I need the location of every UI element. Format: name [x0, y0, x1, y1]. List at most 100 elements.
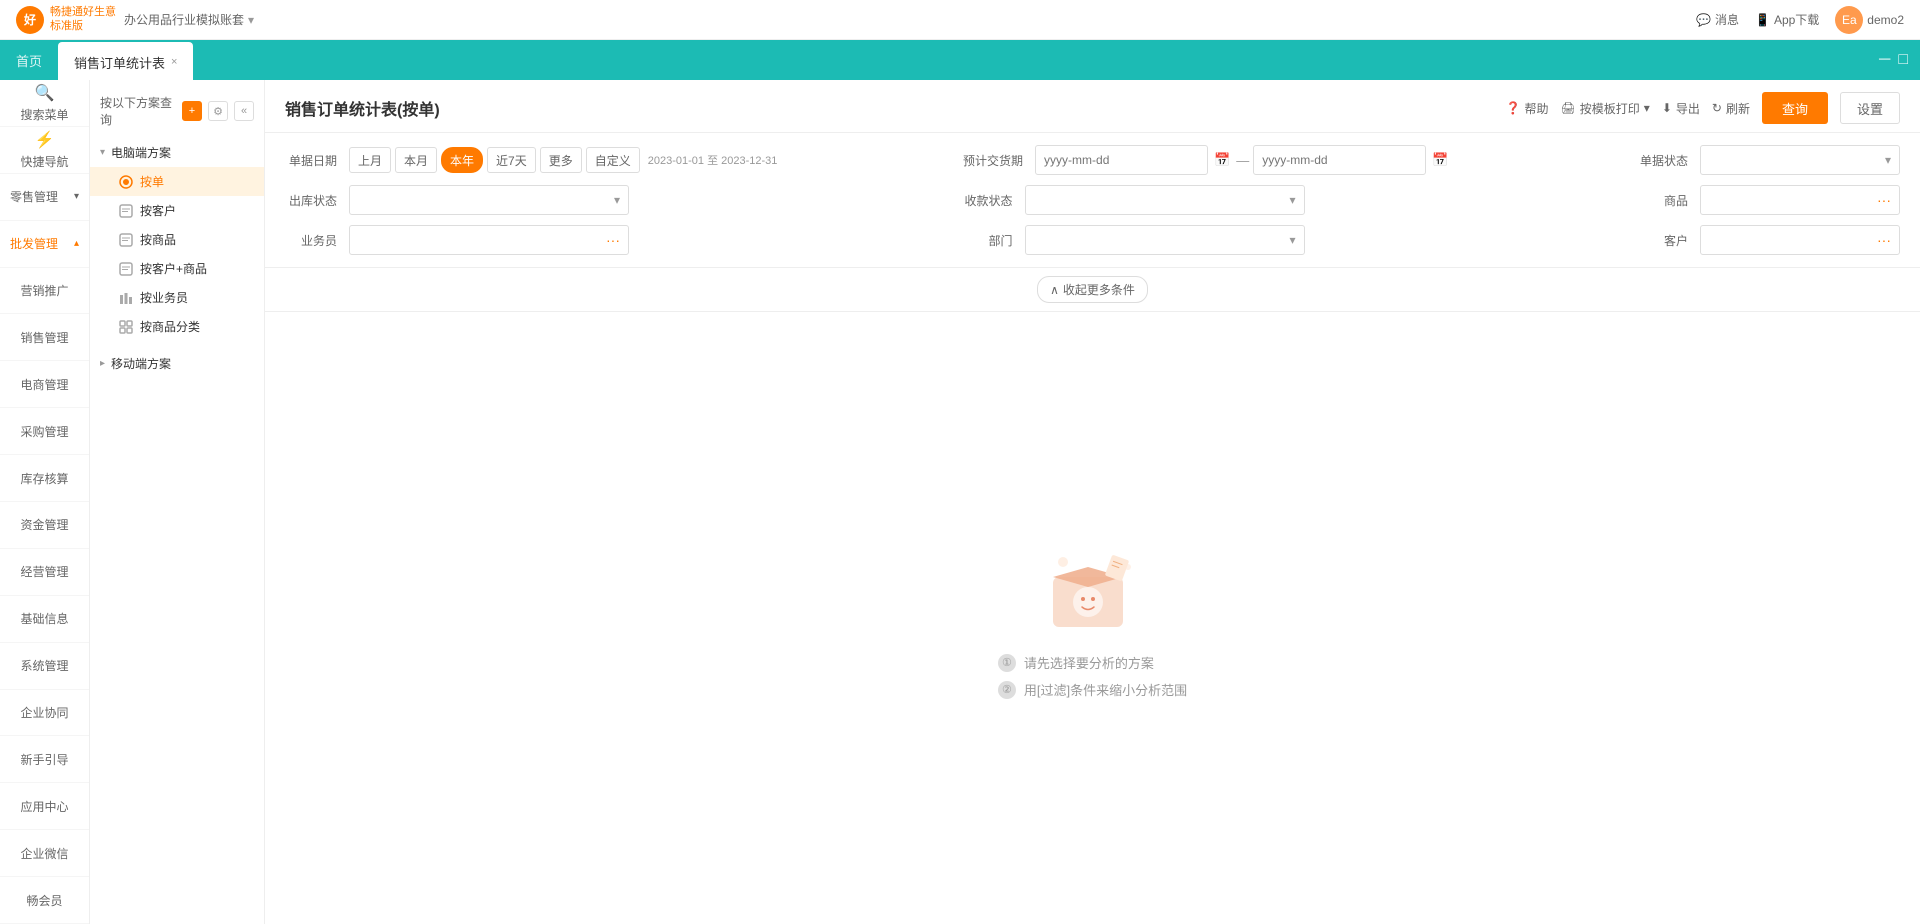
payment-dropdown-icon: ▾ — [1289, 193, 1295, 207]
sidebar-item-search-menu[interactable]: 🔍 搜索菜单 — [0, 80, 89, 127]
message-button[interactable]: 💬 消息 — [1696, 11, 1739, 28]
payment-select[interactable]: ▾ — [1025, 185, 1305, 215]
goods-select[interactable]: ··· — [1700, 185, 1900, 215]
tree-child-by-salesperson[interactable]: 按业务员 — [90, 283, 264, 312]
customer-more-icon[interactable]: ··· — [1877, 232, 1891, 248]
date-separator: — — [1236, 153, 1249, 168]
empty-tip-1: ① 请先选择要分析的方案 — [998, 653, 1187, 672]
tree-child-by-order[interactable]: 按单 — [90, 167, 264, 196]
username-label: demo2 — [1867, 13, 1904, 27]
by-order-icon — [118, 174, 134, 190]
date-range-display: 2023-01-01 至 2023-12-31 — [648, 152, 778, 168]
refresh-icon: ↻ — [1712, 101, 1722, 115]
tab-minimize-icon[interactable]: ─ — [1879, 51, 1890, 69]
sidebar-item-new-guide[interactable]: 新手引导 — [0, 736, 89, 783]
sidebar-item-system[interactable]: 系统管理 — [0, 643, 89, 690]
sidebar-item-app-center[interactable]: 应用中心 — [0, 783, 89, 830]
customer-select[interactable]: ··· — [1700, 225, 1900, 255]
content-area: 按以下方案查询 + ⚙ « ▾ 电脑端方案 按单 — [90, 80, 1920, 924]
date-btn-this-year[interactable]: 本年 — [441, 147, 483, 173]
calendar-icon-end[interactable]: 📅 — [1432, 152, 1448, 168]
app-download-button[interactable]: 📱 App下载 — [1755, 11, 1819, 28]
status-select[interactable]: ▾ — [1700, 145, 1900, 175]
close-tab-icon[interactable]: × — [171, 56, 177, 68]
date-btn-last-month[interactable]: 上月 — [349, 147, 391, 173]
tree-child-label-by-product: 按商品 — [140, 231, 176, 248]
sidebar-item-purchase[interactable]: 采购管理 — [0, 408, 89, 455]
tree-child-by-customer[interactable]: 按客户 — [90, 196, 264, 225]
breadcrumb-label: 办公用品行业模拟账套 — [124, 11, 244, 28]
date-btn-more[interactable]: 更多 — [540, 147, 582, 173]
sidebar-item-basic-info[interactable]: 基础信息 — [0, 596, 89, 643]
logo-area: 好 畅捷通好生意 标准版 — [16, 6, 116, 34]
empty-tip-2-label: 用[过滤]条件来缩小分析范围 — [1024, 680, 1187, 699]
refresh-button[interactable]: ↻ 刷新 — [1712, 100, 1750, 117]
sidebar-item-label-wholesale: 批发管理 — [10, 235, 58, 252]
search-menu-icon: 🔍 — [35, 83, 55, 103]
collapse-panel-button[interactable]: « — [234, 101, 254, 121]
logo-text: 畅捷通好生意 标准版 — [50, 6, 116, 32]
sidebar-item-label-enterprise: 企业协同 — [20, 704, 68, 721]
expected-date-end-input[interactable] — [1253, 145, 1426, 175]
user-area[interactable]: Ea demo2 — [1835, 6, 1904, 34]
filter-row-1: 单据日期 上月 本月 本年 近7天 更多 自定义 2023-01-01 至 20… — [285, 145, 1900, 175]
active-tab[interactable]: 销售订单统计表 × — [58, 42, 193, 82]
sidebar-item-label-enterprise-wechat: 企业微信 — [20, 845, 68, 862]
sidebar-item-ecommerce[interactable]: 电商管理 — [0, 361, 89, 408]
sidebar-item-finance[interactable]: 资金管理 — [0, 502, 89, 549]
sidebar-item-member[interactable]: 畅会员 — [0, 877, 89, 924]
active-tab-label: 销售订单统计表 — [74, 53, 165, 72]
delivery-select[interactable]: ▾ — [349, 185, 629, 215]
message-icon: 💬 — [1696, 13, 1711, 27]
sidebar-item-wholesale[interactable]: 批发管理 ▴ — [0, 221, 89, 268]
help-button[interactable]: ❓ 帮助 — [1506, 100, 1549, 117]
tree-expand-mobile-arrow-icon: ▸ — [100, 358, 105, 369]
quick-nav-icon: ⚡ — [35, 130, 55, 150]
sidebar-item-operations[interactable]: 经营管理 — [0, 549, 89, 596]
calendar-icon-start[interactable]: 📅 — [1214, 152, 1230, 168]
sidebar-item-quick-nav[interactable]: ⚡ 快捷导航 — [0, 127, 89, 174]
sidebar-item-retail[interactable]: 零售管理 ▾ — [0, 174, 89, 221]
query-button[interactable]: 查询 — [1762, 92, 1828, 124]
tree-parent-pc[interactable]: ▾ 电脑端方案 — [90, 138, 264, 167]
status-dropdown-icon: ▾ — [1885, 153, 1891, 167]
tree-child-by-customer-product[interactable]: 按客户+商品 — [90, 254, 264, 283]
date-btn-this-month[interactable]: 本月 — [395, 147, 437, 173]
top-bar-left: 好 畅捷通好生意 标准版 办公用品行业模拟账套 ▾ — [16, 6, 254, 34]
tab-right-controls: ─ □ — [1879, 51, 1920, 69]
add-scheme-button[interactable]: + — [182, 101, 202, 121]
date-btn-7days[interactable]: 近7天 — [487, 147, 536, 173]
date-btn-custom[interactable]: 自定义 — [586, 147, 640, 173]
department-select[interactable]: ▾ — [1025, 225, 1305, 255]
expected-date-label: 预计交货期 — [963, 152, 1023, 169]
refresh-label: 刷新 — [1726, 100, 1750, 117]
sidebar-item-marketing[interactable]: 营销推广 — [0, 268, 89, 315]
sidebar-item-label-retail: 零售管理 — [10, 188, 58, 205]
sidebar-item-enterprise-wechat[interactable]: 企业微信 — [0, 830, 89, 877]
setting-button[interactable]: 设置 — [1840, 92, 1900, 124]
collapse-button[interactable]: ∧ 收起更多条件 — [1037, 276, 1148, 303]
sidebar-item-sales[interactable]: 销售管理 — [0, 314, 89, 361]
print-label: 按模板打印 — [1580, 100, 1640, 117]
tree-child-by-product[interactable]: 按商品 — [90, 225, 264, 254]
print-button[interactable]: 🖨 按模板打印 ▾ — [1561, 100, 1650, 117]
goods-more-icon[interactable]: ··· — [1877, 192, 1891, 208]
tree-parent-mobile[interactable]: ▸ 移动端方案 — [90, 349, 264, 378]
export-button[interactable]: ⬇ 导出 — [1662, 100, 1700, 117]
tab-maximize-icon[interactable]: □ — [1898, 51, 1908, 69]
sidebar-item-label-quick-nav: 快捷导航 — [20, 153, 68, 170]
page-header: 销售订单统计表(按单) ❓ 帮助 🖨 按模板打印 ▾ ⬇ 导出 — [265, 80, 1920, 133]
filter-section: 单据日期 上月 本月 本年 近7天 更多 自定义 2023-01-01 至 20… — [265, 133, 1920, 312]
settings-scheme-button[interactable]: ⚙ — [208, 101, 228, 121]
sidebar-item-inventory[interactable]: 库存核算 — [0, 455, 89, 502]
expected-date-start-input[interactable] — [1035, 145, 1208, 175]
right-panel: 销售订单统计表(按单) ❓ 帮助 🖨 按模板打印 ▾ ⬇ 导出 — [265, 80, 1920, 924]
filter-row-2: 出库状态 ▾ 收款状态 ▾ 商品 — [285, 185, 1900, 215]
tree-child-by-product-category[interactable]: 按商品分类 — [90, 312, 264, 341]
breadcrumb-arrow-icon[interactable]: ▾ — [248, 13, 254, 27]
salesperson-select[interactable]: ··· — [349, 225, 629, 255]
salesperson-more-icon[interactable]: ··· — [606, 232, 620, 248]
sidebar-item-enterprise[interactable]: 企业协同 — [0, 690, 89, 737]
home-tab[interactable]: 首页 — [0, 40, 58, 80]
help-label: 帮助 — [1525, 100, 1549, 117]
